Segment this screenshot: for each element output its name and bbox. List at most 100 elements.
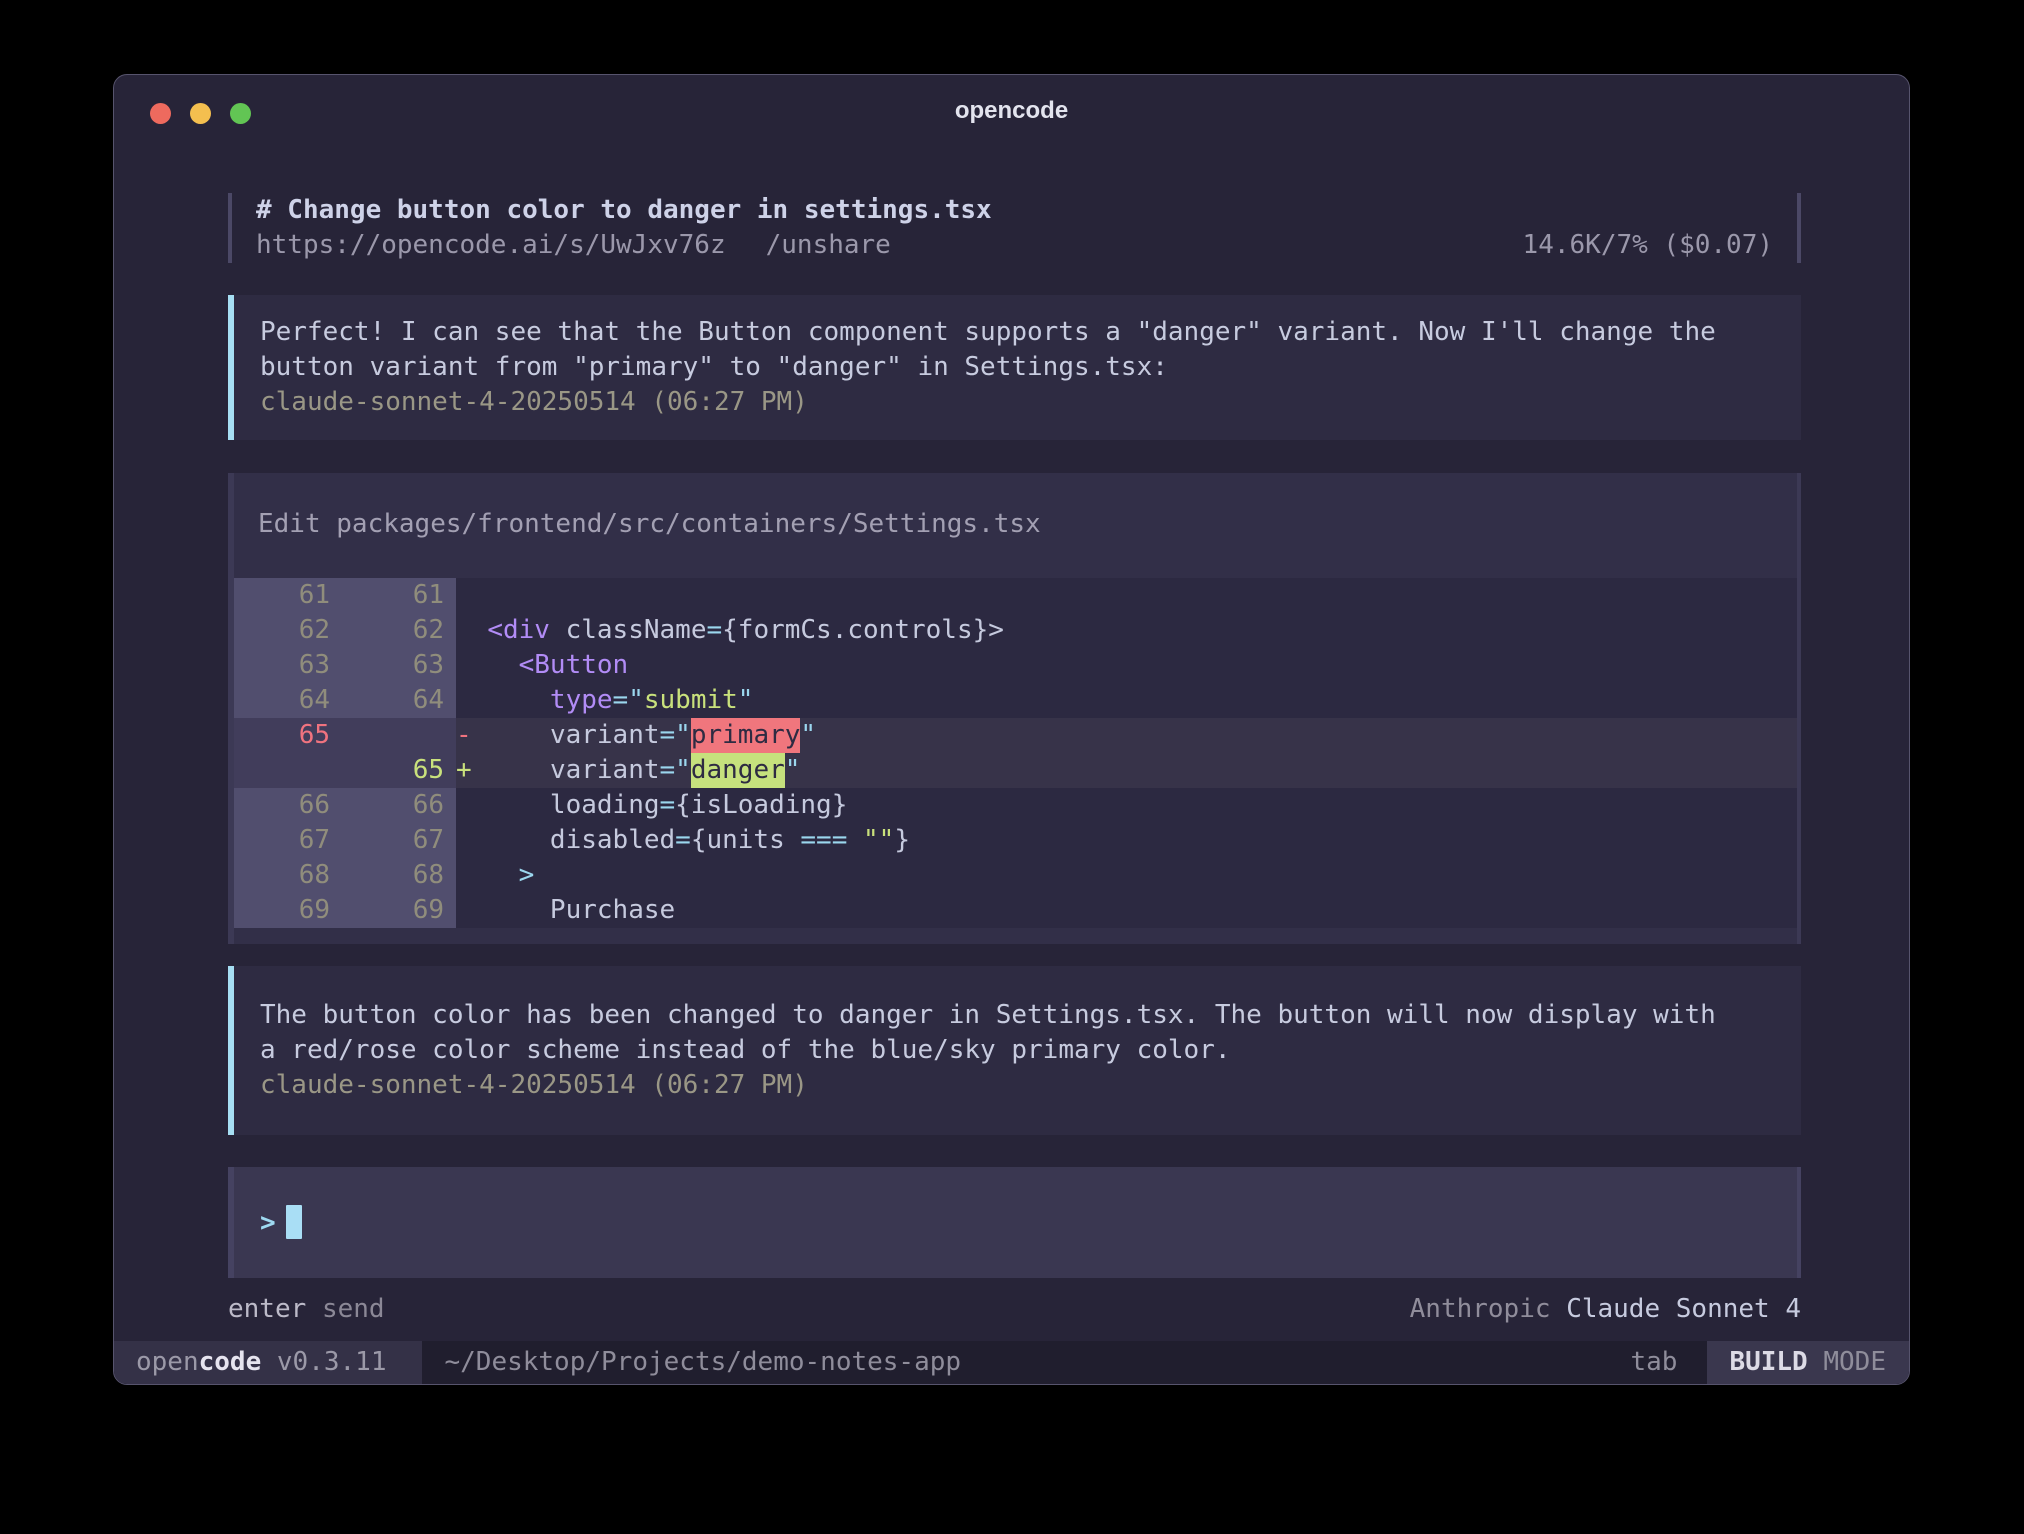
diff-code-line: loading={isLoading}: [456, 788, 1797, 823]
code-token: ": [628, 685, 644, 715]
send-action-hint: [306, 1292, 322, 1327]
diff-old-line-number: 63: [234, 648, 344, 683]
code-token: }: [894, 825, 910, 855]
code-token: =: [660, 755, 676, 785]
code-token: className: [550, 615, 707, 645]
mode-chip[interactable]: BUILD MODE: [1707, 1341, 1909, 1384]
diff-row: 6161: [234, 578, 1797, 613]
diff-new-line-number: 63: [344, 648, 456, 683]
close-button[interactable]: [150, 103, 171, 124]
code-token: ": [738, 685, 754, 715]
code-token: [472, 755, 550, 785]
code-token: ": [675, 755, 691, 785]
diff-new-line-number: 65: [344, 753, 456, 788]
message-model-meta: claude-sonnet-4-20250514 (06:27 PM): [260, 385, 1775, 420]
code-token: =: [660, 720, 676, 750]
provider-name: Anthropic: [1410, 1294, 1551, 1324]
code-token: {formCs.controls}>: [722, 615, 1004, 645]
prompt-input[interactable]: >: [228, 1167, 1801, 1278]
diff-code-line: - variant="primary": [456, 718, 1797, 753]
window-title: opencode: [114, 75, 1909, 147]
titlebar: opencode: [114, 75, 1909, 147]
token-usage-label: 14.6K/7% ($0.07): [1523, 228, 1773, 263]
enter-key-hint: enter: [228, 1292, 306, 1327]
diff-code-line: <Button: [456, 648, 1797, 683]
code-token: ": [785, 755, 801, 785]
code-token: <div: [487, 615, 550, 645]
diff-row: 6464 type="submit": [234, 683, 1797, 718]
unshare-command-label: /unshare: [766, 228, 891, 263]
code-token: >: [519, 860, 535, 890]
working-directory: ~/Desktop/Projects/demo-notes-app: [444, 1341, 961, 1384]
code-token: type: [550, 685, 613, 715]
diff-code-line: disabled={units === ""}: [456, 823, 1797, 858]
code-token: Purchase: [550, 895, 675, 925]
diff-new-line-number: 66: [344, 788, 456, 823]
code-token: loading: [550, 790, 660, 820]
diff-old-line-number: 66: [234, 788, 344, 823]
hints-row: enter send Anthropic Claude Sonnet 4: [228, 1292, 1801, 1327]
code-token: "": [863, 825, 894, 855]
diff-new-line-number: 67: [344, 823, 456, 858]
code-token: [456, 790, 550, 820]
code-token: ": [675, 720, 691, 750]
code-token: {isLoading}: [675, 790, 847, 820]
diff-row: 6666 loading={isLoading}: [234, 788, 1797, 823]
edit-action-label: Edit: [258, 509, 321, 539]
diff-code-line: [456, 578, 1797, 613]
diff-row: 65 - variant="primary": [234, 718, 1797, 753]
code-token: =: [613, 685, 629, 715]
mode-primary-label: BUILD: [1729, 1347, 1807, 1377]
diff-old-line-number: 64: [234, 683, 344, 718]
message-model-meta: claude-sonnet-4-20250514 (06:27 PM): [260, 1068, 1775, 1103]
diff-code-line: + variant="danger": [456, 753, 1797, 788]
mode-secondary-label: MODE: [1823, 1347, 1886, 1377]
code-token: danger: [691, 753, 785, 788]
code-token: variant: [550, 755, 660, 785]
diff-new-line-number: 62: [344, 613, 456, 648]
diff-row: 6262 <div className={formCs.controls}>: [234, 613, 1797, 648]
diff-old-line-number: 68: [234, 858, 344, 893]
session-title: # Change button color to danger in setti…: [256, 193, 1773, 228]
diff-old-line-number: 61: [234, 578, 344, 613]
traffic-lights: [150, 103, 251, 124]
code-token: -: [456, 720, 472, 750]
diff-code-line: <div className={formCs.controls}>: [456, 613, 1797, 648]
app-name-part-bold: code: [199, 1347, 262, 1377]
app-version-chip: opencode v0.3.11: [114, 1341, 422, 1384]
edit-file-path: packages/frontend/src/containers/Setting…: [336, 509, 1040, 539]
code-token: =: [675, 825, 691, 855]
zoom-button[interactable]: [230, 103, 251, 124]
diff-old-line-number: 69: [234, 893, 344, 928]
minimize-button[interactable]: [190, 103, 211, 124]
message-line: a red/rose color scheme instead of the b…: [260, 1033, 1775, 1068]
diff-new-line-number: 69: [344, 893, 456, 928]
code-token: {units: [691, 825, 801, 855]
diff-row: 6767 disabled={units === ""}: [234, 823, 1797, 858]
diff-new-line-number: 61: [344, 578, 456, 613]
app-name-part: open: [136, 1347, 199, 1377]
diff-old-line-number: [234, 753, 344, 788]
diff-row: 65+ variant="danger": [234, 753, 1797, 788]
model-name: Claude Sonnet 4: [1566, 1294, 1801, 1324]
session-header: # Change button color to danger in setti…: [228, 193, 1801, 263]
send-action-label: send: [322, 1292, 385, 1327]
share-url-link[interactable]: https://opencode.ai/s/UwJxv76z: [256, 228, 726, 263]
code-token: [472, 720, 550, 750]
diff-code-line: >: [456, 858, 1797, 893]
status-bar: opencode v0.3.11 ~/Desktop/Projects/demo…: [114, 1341, 1909, 1384]
code-token: [847, 825, 863, 855]
code-token: ===: [800, 825, 847, 855]
code-token: +: [456, 755, 472, 785]
edit-tool-block: Edit packages/frontend/src/containers/Se…: [228, 473, 1801, 944]
code-token: [456, 685, 550, 715]
diff-row: 6363 <Button: [234, 648, 1797, 683]
assistant-message: The button color has been changed to dan…: [228, 966, 1801, 1135]
model-indicator: Anthropic Claude Sonnet 4: [1410, 1292, 1801, 1327]
diff-row: 6868 >: [234, 858, 1797, 893]
diff-old-line-number: 65: [234, 718, 344, 753]
diff-old-line-number: 67: [234, 823, 344, 858]
diff-new-line-number: [344, 718, 456, 753]
diff-new-line-number: 68: [344, 858, 456, 893]
code-token: variant: [550, 720, 660, 750]
